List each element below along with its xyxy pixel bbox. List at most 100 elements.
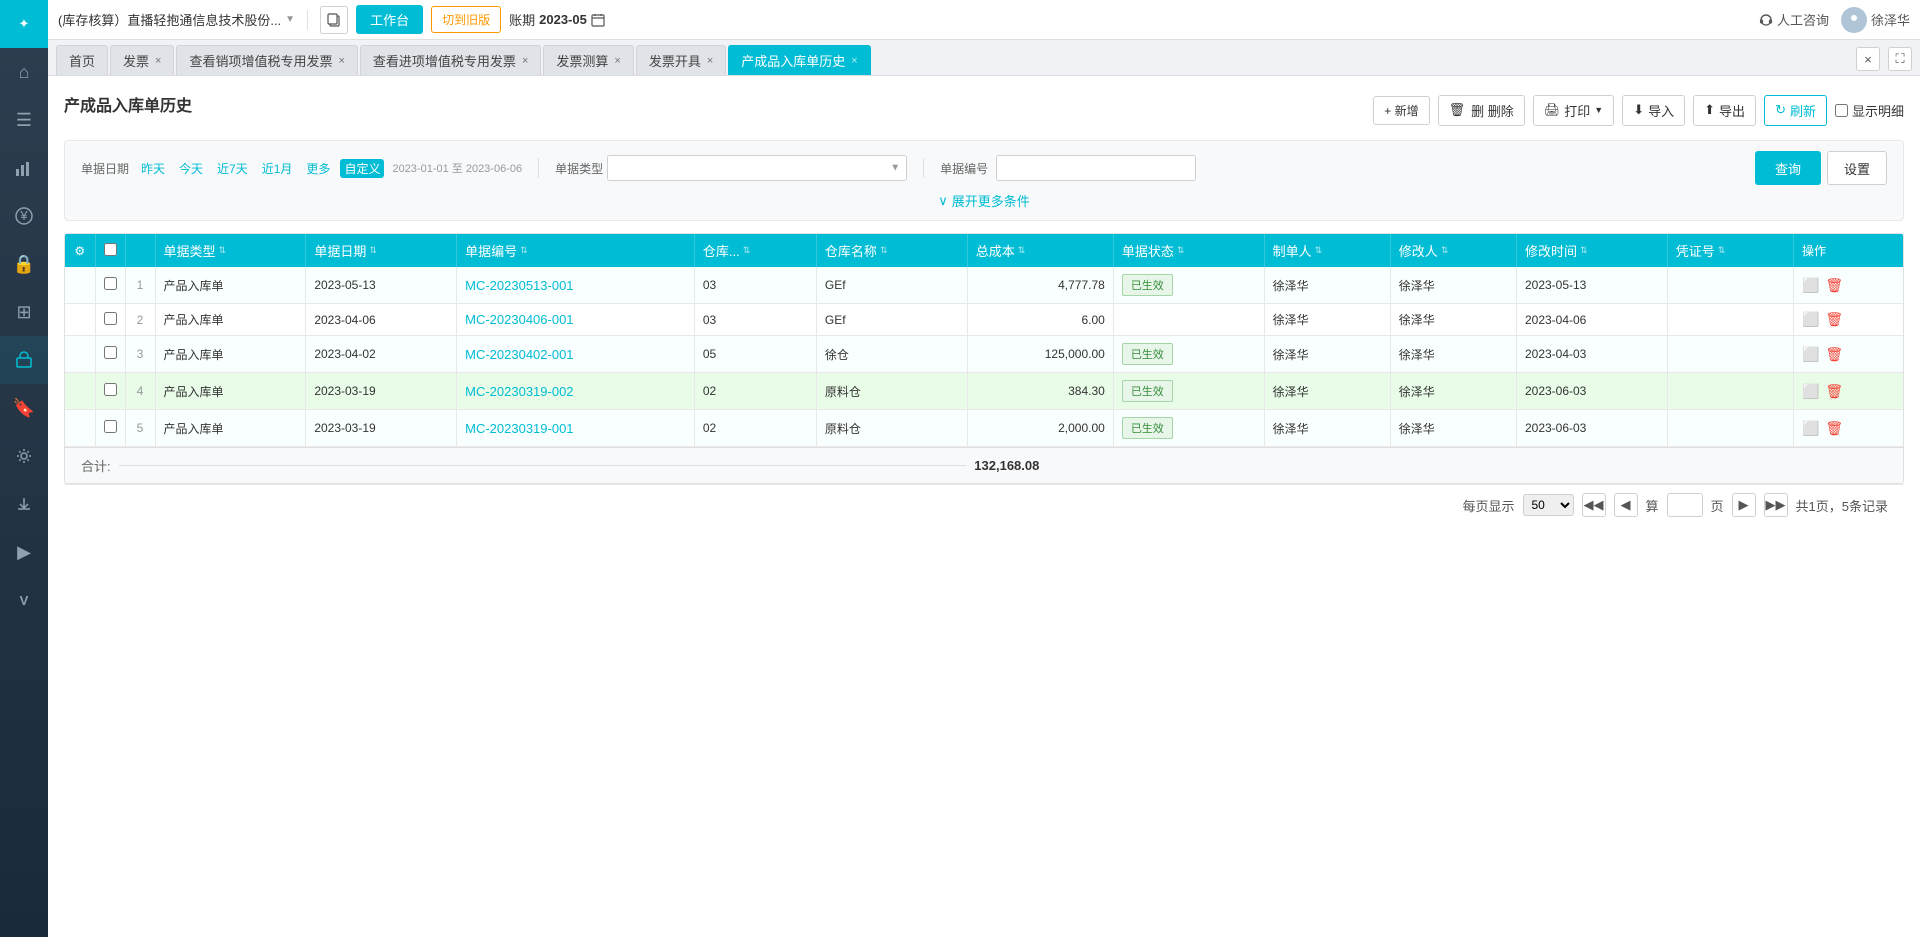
tab-check-purchase-vat[interactable]: 查看进项增值税专用发票 × [360, 45, 541, 75]
row-checkbox[interactable] [104, 277, 117, 290]
workbench-button[interactable]: 工作台 [356, 5, 423, 34]
doc-num-link[interactable]: MC-20230319-001 [465, 421, 573, 436]
tab-check-sales-vat-close-icon[interactable]: × [338, 55, 344, 67]
date-shortcut-today[interactable]: 今天 [175, 159, 207, 178]
date-shortcut-custom[interactable]: 自定义 [340, 159, 384, 178]
edit-icon[interactable]: ⬜ [1802, 383, 1819, 400]
tab-check-purchase-vat-close-icon[interactable]: × [522, 55, 528, 67]
doc-num-input[interactable] [996, 155, 1196, 181]
td-checkbox[interactable] [95, 373, 125, 410]
row-checkbox[interactable] [104, 420, 117, 433]
refresh-button[interactable]: ↻ 刷新 [1764, 95, 1827, 126]
tab-invoice-open-close-icon[interactable]: × [707, 55, 713, 67]
th-modify-time[interactable]: 修改时间⇅ [1516, 234, 1667, 267]
edit-icon[interactable]: ⬜ [1802, 420, 1819, 437]
sidebar-item-chart[interactable] [0, 144, 48, 192]
th-doc-num[interactable]: 单据编号⇅ [457, 234, 695, 267]
delete-row-icon[interactable]: 🗑 [1825, 420, 1843, 437]
tab-fullscreen-button[interactable]: ⛶ [1888, 47, 1912, 71]
doc-num-link[interactable]: MC-20230319-002 [465, 384, 573, 399]
company-selector[interactable]: (库存核算）直播轻抱通信息技术股份... ▼ [58, 10, 295, 29]
delete-row-icon[interactable]: 🗑 [1825, 277, 1843, 294]
th-doc-status[interactable]: 单据状态⇅ [1113, 234, 1264, 267]
tab-close-all-button[interactable]: × [1856, 47, 1880, 71]
th-checkbox[interactable] [95, 234, 125, 267]
tab-product-instock-close-icon[interactable]: × [851, 55, 857, 67]
switch-version-button[interactable]: 切到旧版 [431, 6, 501, 33]
edit-icon[interactable]: ⬜ [1802, 311, 1819, 328]
td-doc-num[interactable]: MC-20230319-001 [457, 410, 695, 447]
show-detail-input[interactable] [1835, 104, 1848, 117]
expand-more-btn[interactable]: ∨ 展开更多条件 [81, 191, 1887, 210]
per-page-select[interactable]: 50 100 200 [1523, 494, 1574, 516]
select-all-checkbox[interactable] [104, 243, 117, 256]
doc-num-link[interactable]: MC-20230406-001 [465, 312, 573, 327]
date-shortcut-month1[interactable]: 近1月 [258, 159, 297, 178]
sidebar-item-settings2[interactable] [0, 432, 48, 480]
td-doc-num[interactable]: MC-20230513-001 [457, 267, 695, 304]
period-selector[interactable]: 账期 2023-05 [509, 10, 605, 29]
td-doc-num[interactable]: MC-20230402-001 [457, 336, 695, 373]
date-shortcut-week7[interactable]: 近7天 [213, 159, 252, 178]
th-settings[interactable]: ⚙ [65, 234, 95, 267]
sidebar-item-home[interactable]: ⌂ [0, 48, 48, 96]
sidebar-item-seal[interactable]: 🔖 [0, 384, 48, 432]
doc-type-select[interactable]: ▼ [607, 155, 907, 181]
current-page-input[interactable]: 1 [1667, 493, 1703, 517]
td-doc-num[interactable]: MC-20230319-002 [457, 373, 695, 410]
th-creator[interactable]: 制单人⇅ [1264, 234, 1390, 267]
date-shortcut-more[interactable]: 更多 [302, 159, 334, 178]
tab-invoice-calc-close-icon[interactable]: × [614, 55, 620, 67]
th-doc-type[interactable]: 单据类型⇅ [155, 234, 306, 267]
row-checkbox[interactable] [104, 383, 117, 396]
delete-row-icon[interactable]: 🗑 [1825, 311, 1843, 328]
td-doc-num[interactable]: MC-20230406-001 [457, 304, 695, 336]
date-shortcut-yesterday[interactable]: 昨天 [137, 159, 169, 178]
th-doc-date[interactable]: 单据日期⇅ [306, 234, 457, 267]
td-checkbox[interactable] [95, 336, 125, 373]
import-button[interactable]: ⬇ 导入 [1622, 95, 1685, 126]
sidebar-item-inventory[interactable] [0, 336, 48, 384]
next-page-button[interactable]: ▶ [1732, 493, 1756, 517]
tab-invoice-calc[interactable]: 发票测算 × [543, 45, 633, 75]
delete-button[interactable]: 🗑 删 删除 [1438, 95, 1525, 126]
last-page-button[interactable]: ▶▶ [1764, 493, 1788, 517]
sidebar-item-download[interactable] [0, 480, 48, 528]
first-page-button[interactable]: ◀◀ [1582, 493, 1606, 517]
delete-row-icon[interactable]: 🗑 [1825, 383, 1843, 400]
print-button[interactable]: 🖨 打印 ▼ [1533, 95, 1614, 126]
edit-icon[interactable]: ⬜ [1802, 277, 1819, 294]
th-total-cost[interactable]: 总成本⇅ [967, 234, 1113, 267]
sidebar-item-version[interactable]: V [0, 576, 48, 624]
td-checkbox[interactable] [95, 410, 125, 447]
doc-copy-button[interactable] [320, 6, 348, 34]
user-service-btn[interactable]: 人工咨询 [1759, 10, 1829, 29]
delete-row-icon[interactable]: 🗑 [1825, 346, 1843, 363]
tab-invoice-close-icon[interactable]: × [155, 55, 161, 67]
sidebar-item-manage[interactable]: ⊞ [0, 288, 48, 336]
sidebar-item-docs[interactable]: ☰ [0, 96, 48, 144]
doc-num-link[interactable]: MC-20230513-001 [465, 278, 573, 293]
th-warehouse-name[interactable]: 仓库名称⇅ [816, 234, 967, 267]
td-checkbox[interactable] [95, 304, 125, 336]
new-button[interactable]: + 新增 [1373, 96, 1429, 125]
th-modifier[interactable]: 修改人⇅ [1390, 234, 1516, 267]
sidebar-item-video[interactable]: ▶ [0, 528, 48, 576]
row-checkbox[interactable] [104, 312, 117, 325]
tab-check-sales-vat[interactable]: 查看销项增值税专用发票 × [176, 45, 357, 75]
user-profile-btn[interactable]: 徐泽华 [1841, 7, 1910, 33]
tab-home[interactable]: 首页 [56, 45, 108, 75]
query-button[interactable]: 查询 [1755, 151, 1821, 185]
export-button[interactable]: ⬆ 导出 [1693, 95, 1756, 126]
th-warehouse-code[interactable]: 仓库...⇅ [694, 234, 816, 267]
th-voucher-num[interactable]: 凭证号⇅ [1667, 234, 1793, 267]
sidebar-item-lock[interactable]: 🔒 [0, 240, 48, 288]
filter-settings-button[interactable]: 设置 [1827, 151, 1887, 185]
row-checkbox[interactable] [104, 346, 117, 359]
tab-product-instock[interactable]: 产成品入库单历史 × [728, 45, 870, 75]
sidebar-item-finance[interactable]: ¥ [0, 192, 48, 240]
tab-invoice-open[interactable]: 发票开具 × [636, 45, 726, 75]
doc-num-link[interactable]: MC-20230402-001 [465, 347, 573, 362]
edit-icon[interactable]: ⬜ [1802, 346, 1819, 363]
prev-page-button[interactable]: ◀ [1614, 493, 1638, 517]
